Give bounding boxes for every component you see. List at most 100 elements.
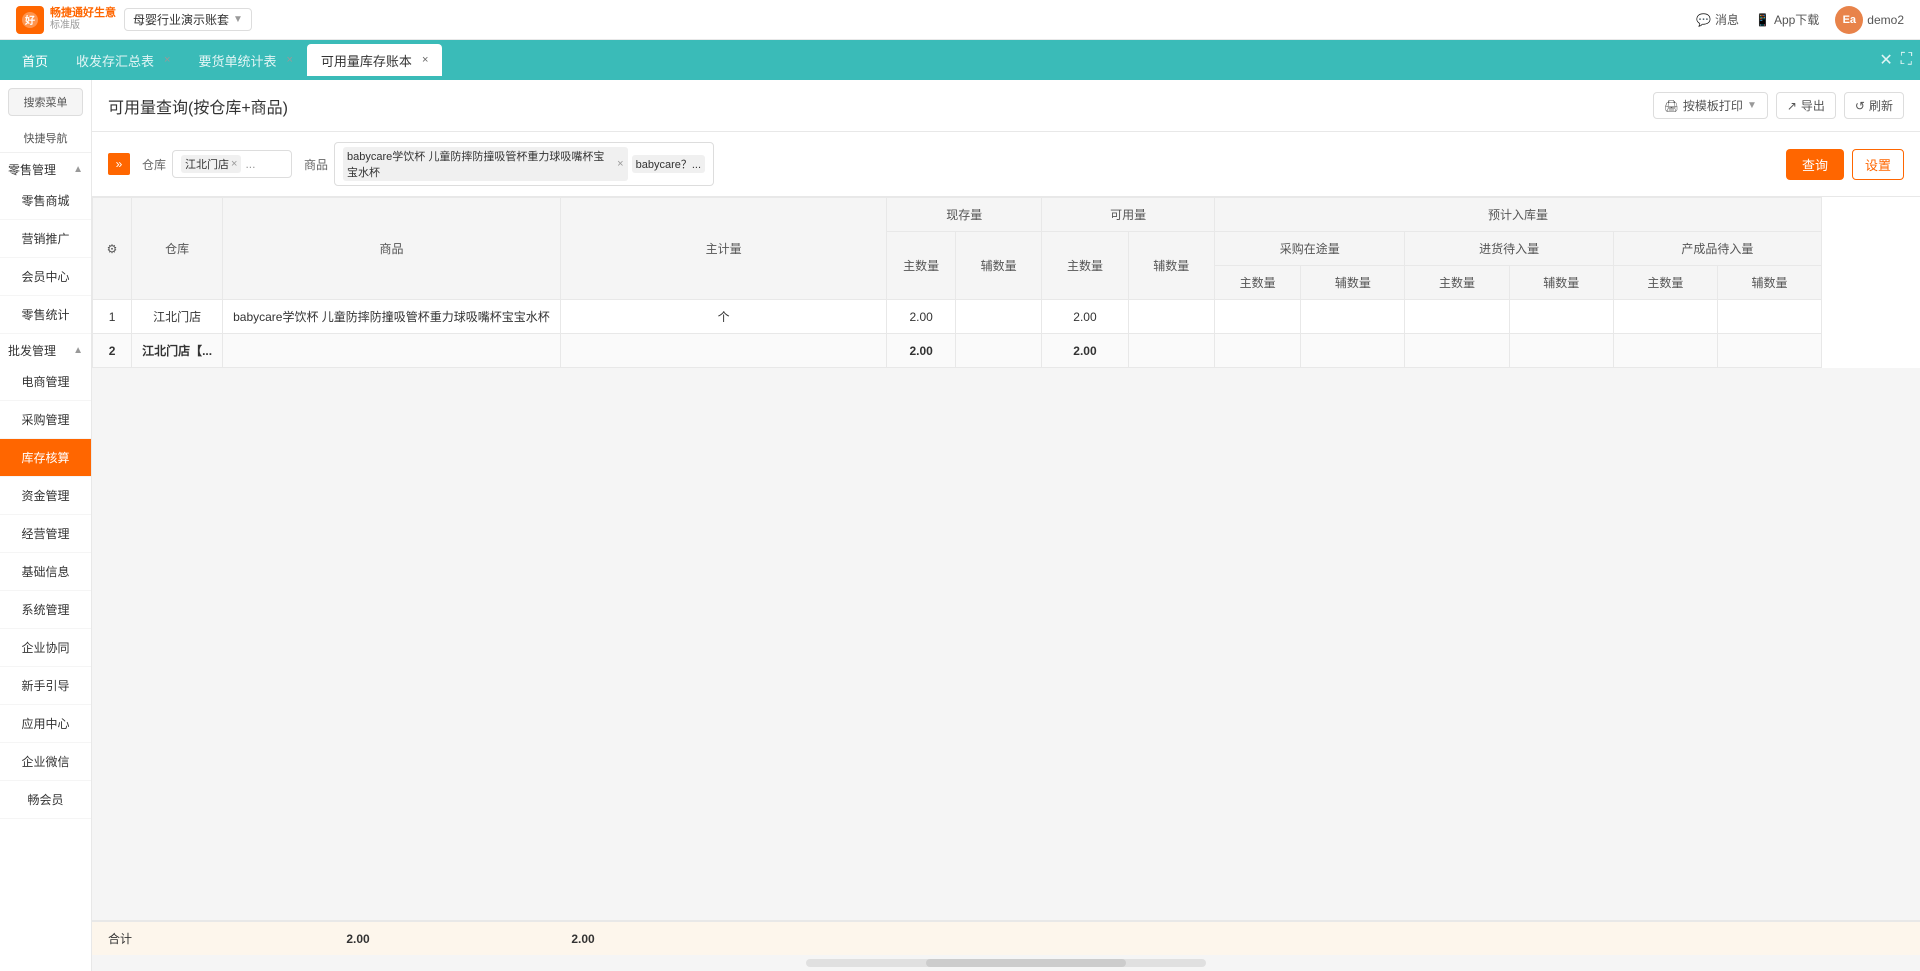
tab-home[interactable]: 首页 <box>8 44 62 76</box>
settings-gear-icon[interactable]: ⚙ <box>107 242 118 256</box>
warehouse-tag: 江北门店 × <box>181 155 241 173</box>
row2-current-main: 2.00 <box>887 334 956 368</box>
row1-inb-main <box>1405 300 1509 334</box>
product-tag-2: babycare？... <box>632 155 705 173</box>
scroll-thumb[interactable] <box>926 959 1126 967</box>
warehouse-input[interactable]: 江北门店 × ... <box>172 150 292 178</box>
print-btn[interactable]: 🖨 按模板打印 ▼ <box>1653 92 1768 119</box>
user-menu[interactable]: Ea demo2 <box>1835 6 1904 34</box>
row1-unit: 个 <box>560 300 887 334</box>
th-finished-aux: 辅数量 <box>1717 266 1821 300</box>
row2-product <box>223 334 561 368</box>
sidebar-item-ecommerce[interactable]: 电商管理 <box>0 363 91 401</box>
th-available: 可用量 <box>1042 198 1215 232</box>
export-btn[interactable]: ↗ 导出 <box>1776 92 1836 119</box>
product-input[interactable]: babycare学饮杯 儿童防摔防撞吸管杯重力球吸嘴杯宝宝水杯 × babyca… <box>334 142 714 186</box>
warehouse-filter: 仓库 江北门店 × ... <box>142 150 292 178</box>
close-tab-stock[interactable]: × <box>422 54 428 66</box>
row2-current-aux <box>955 334 1041 368</box>
th-avail-aux: 辅数量 <box>1128 232 1214 300</box>
product-label: 商品 <box>304 156 328 173</box>
scroll-track[interactable] <box>806 959 1206 967</box>
sidebar-item-member[interactable]: 会员中心 <box>0 258 91 296</box>
sidebar-item-app-center[interactable]: 应用中心 <box>0 705 91 743</box>
logo-area: 好 畅捷通好生意 标准版 <box>16 6 116 34</box>
th-inbound-main: 主数量 <box>1405 266 1509 300</box>
th-settings[interactable]: ⚙ <box>93 198 132 300</box>
main-layout: 搜索菜单 快捷导航 零售管理 ▲ 零售商城 营销推广 会员中心 零售统计 批发管… <box>0 80 1920 971</box>
footer-current-main: 2.00 <box>268 932 448 946</box>
dropdown-arrow: ▼ <box>1747 100 1757 111</box>
sidebar-search: 搜索菜单 <box>0 80 91 124</box>
expand-filter-btn[interactable]: » <box>108 153 130 175</box>
remove-product-tag-1[interactable]: × <box>617 158 623 170</box>
sidebar-item-inventory[interactable]: 库存核算 <box>0 439 91 477</box>
sidebar-item-retail-stats[interactable]: 零售统计 <box>0 296 91 334</box>
fullscreen-btn[interactable]: ⛶ <box>1901 51 1912 69</box>
row1-pur-aux <box>1301 300 1405 334</box>
row1-fin-aux <box>1717 300 1821 334</box>
warehouse-more[interactable]: ... <box>245 157 255 171</box>
search-menu-btn[interactable]: 搜索菜单 <box>8 88 83 116</box>
sidebar-item-enterprise-wechat[interactable]: 企业微信 <box>0 743 91 781</box>
page-title: 可用量查询(按仓库+商品) <box>108 94 288 118</box>
refresh-icon: ↺ <box>1855 99 1865 113</box>
table-row: 1 江北门店 babycare学饮杯 儿童防摔防撞吸管杯重力球吸嘴杯宝宝水杯 个… <box>93 300 1920 334</box>
data-table: ⚙ 仓库 商品 主计量 现存量 可用量 预计入库量 主数量 辅数量 主数量 辅数… <box>92 197 1920 368</box>
footer-values: 2.00 2.00 <box>268 932 1904 946</box>
sidebar-item-operations[interactable]: 经营管理 <box>0 515 91 553</box>
app-download-btn[interactable]: 📱 App下载 <box>1755 11 1819 28</box>
footer-avail-main: 2.00 <box>538 932 628 946</box>
sidebar-item-marketing[interactable]: 营销推广 <box>0 220 91 258</box>
row1-inb-aux <box>1509 300 1613 334</box>
refresh-btn[interactable]: ↺ 刷新 <box>1844 92 1904 119</box>
sidebar-item-vip[interactable]: 畅会员 <box>0 781 91 819</box>
close-tab-order[interactable]: × <box>286 54 292 66</box>
logo-icon: 好 <box>16 6 44 34</box>
product-tag-1: babycare学饮杯 儿童防摔防撞吸管杯重力球吸嘴杯宝宝水杯 × <box>343 147 628 181</box>
tab-receive-summary[interactable]: 收发存汇总表 × <box>62 44 184 76</box>
tab-available-stock[interactable]: 可用量库存账本 × <box>307 44 442 76</box>
sidebar-item-retail-mall[interactable]: 零售商城 <box>0 182 91 220</box>
sidebar-item-basic-info[interactable]: 基础信息 <box>0 553 91 591</box>
sidebar-item-enterprise[interactable]: 企业协同 <box>0 629 91 667</box>
row2-fin-main <box>1613 334 1717 368</box>
row1-fin-main <box>1613 300 1717 334</box>
th-main-unit: 主计量 <box>560 198 887 300</box>
row1-product: babycare学饮杯 儿童防摔防撞吸管杯重力球吸嘴杯宝宝水杯 <box>223 300 561 334</box>
row1-current-aux <box>955 300 1041 334</box>
message-btn[interactable]: 💬 消息 <box>1696 11 1739 28</box>
row1-current-main: 2.00 <box>887 300 956 334</box>
sidebar-item-wholesale-mgmt[interactable]: 批发管理 ▲ <box>0 334 91 363</box>
industry-selector[interactable]: 母婴行业演示账套 ▼ <box>124 8 252 31</box>
arrow-icon-2: ▲ <box>73 345 83 356</box>
svg-text:好: 好 <box>24 14 35 27</box>
phone-icon: 📱 <box>1755 13 1770 27</box>
th-current-stock: 现存量 <box>887 198 1042 232</box>
row2-warehouse: 江北门店【... <box>132 334 223 368</box>
sidebar-item-retail-mgmt[interactable]: 零售管理 ▲ <box>0 153 91 182</box>
quick-nav-btn[interactable]: 快捷导航 <box>0 124 91 153</box>
row2-inb-aux <box>1509 334 1613 368</box>
logo-text: 畅捷通好生意 <box>50 7 116 20</box>
scroll-bar-area[interactable] <box>92 955 1920 971</box>
tab-order-stats[interactable]: 要货单统计表 × <box>184 44 306 76</box>
query-btn[interactable]: 查询 <box>1786 149 1844 180</box>
sidebar-item-purchase[interactable]: 采购管理 <box>0 401 91 439</box>
th-purchase-aux: 辅数量 <box>1301 266 1405 300</box>
filter-actions: 查询 设置 <box>1786 149 1904 180</box>
th-current-aux: 辅数量 <box>955 232 1041 300</box>
setting-btn[interactable]: 设置 <box>1852 149 1904 180</box>
row2-avail-main: 2.00 <box>1042 334 1128 368</box>
sidebar-item-system[interactable]: 系统管理 <box>0 591 91 629</box>
close-all-tabs[interactable]: ✕ <box>1879 50 1892 70</box>
row1-avail-main: 2.00 <box>1042 300 1128 334</box>
table-container[interactable]: ⚙ 仓库 商品 主计量 现存量 可用量 预计入库量 主数量 辅数量 主数量 辅数… <box>92 197 1920 920</box>
th-finished-main: 主数量 <box>1613 266 1717 300</box>
close-tab-receive[interactable]: × <box>164 54 170 66</box>
remove-warehouse-tag[interactable]: × <box>231 158 237 170</box>
sidebar-item-finance[interactable]: 资金管理 <box>0 477 91 515</box>
top-bar-left: 好 畅捷通好生意 标准版 母婴行业演示账套 ▼ <box>16 6 252 34</box>
sidebar-item-new-guide[interactable]: 新手引导 <box>0 667 91 705</box>
th-avail-main: 主数量 <box>1042 232 1128 300</box>
